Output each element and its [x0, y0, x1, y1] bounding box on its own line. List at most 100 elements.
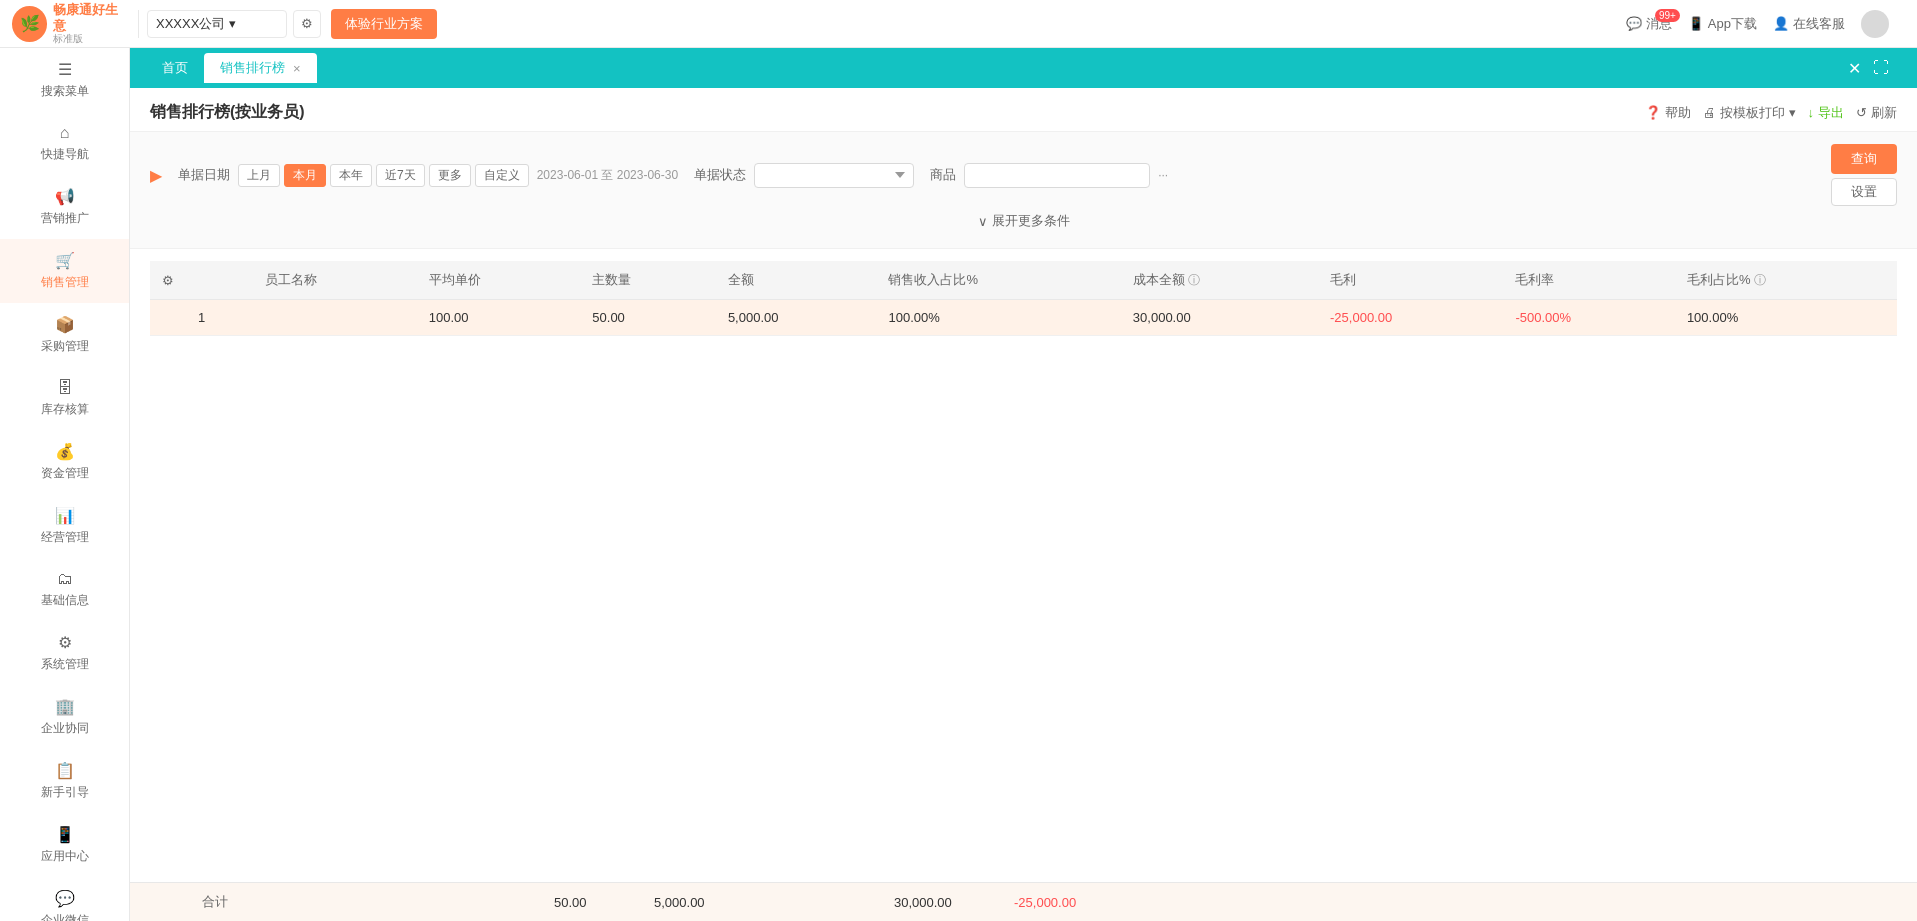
footer-gross: -25,000.00 — [1002, 895, 1122, 910]
date-filter: 单据日期 上月本月本年近7天更多自定义 2023-06-01 至 2023-06… — [178, 164, 678, 187]
company-selector[interactable]: XXXXX公司 ▾ — [147, 10, 287, 38]
sidebar-item-appstore[interactable]: 📱 应用中心 — [0, 813, 129, 877]
tab-sales-rank[interactable]: 销售排行榜 × — [204, 53, 317, 83]
basic-label: 基础信息 — [41, 592, 89, 609]
expand-button[interactable]: ∨ 展开更多条件 — [978, 212, 1070, 230]
tab-bar: 首页 销售排行榜 × ✕ ⛶ — [130, 48, 1917, 88]
sidebar-item-finance[interactable]: 💰 资金管理 — [0, 430, 129, 494]
app-download-button[interactable]: 📱 App下载 — [1688, 15, 1757, 33]
quick-nav-icon: ⌂ — [60, 124, 70, 142]
date-btn-近7天[interactable]: 近7天 — [376, 164, 425, 187]
avatar[interactable] — [1861, 10, 1889, 38]
app-download-label: App下载 — [1708, 15, 1757, 33]
sidebar-item-purchase[interactable]: 📦 采购管理 — [0, 303, 129, 367]
gross-pct-info-icon[interactable]: ⓘ — [1754, 273, 1766, 287]
help-button[interactable]: ❓ 帮助 — [1645, 104, 1691, 122]
col-employee: 员工名称 — [253, 261, 417, 300]
table-row: 1100.0050.005,000.00100.00%30,000.00-25,… — [150, 300, 1897, 336]
date-btn-更多[interactable]: 更多 — [429, 164, 471, 187]
try-industry-button[interactable]: 体验行业方案 — [331, 9, 437, 39]
basic-icon: 🗂 — [57, 570, 73, 588]
tab-close-window-icon[interactable]: ✕ — [1848, 59, 1861, 78]
sidebar-item-guide[interactable]: 📋 新手引导 — [0, 749, 129, 813]
system-label: 系统管理 — [41, 656, 89, 673]
export-button[interactable]: ↓ 导出 — [1808, 104, 1845, 122]
header-actions: ❓ 帮助 🖨 按模板打印 ▾ ↓ 导出 ↺ — [1645, 104, 1898, 122]
query-buttons: 查询 设置 — [1831, 144, 1897, 206]
query-button[interactable]: 查询 — [1831, 144, 1897, 174]
sidebar-item-system[interactable]: ⚙ 系统管理 — [0, 621, 129, 685]
cell-amount: 5,000.00 — [716, 300, 877, 336]
marketing-label: 营销推广 — [41, 210, 89, 227]
cell-settings — [150, 300, 186, 336]
col-settings-icon[interactable]: ⚙ — [150, 261, 186, 300]
top-bar-right: 💬 消息 99+ 📱 App下载 👤 在线客服 — [1626, 10, 1905, 38]
date-btn-上月[interactable]: 上月 — [238, 164, 280, 187]
purchase-label: 采购管理 — [41, 338, 89, 355]
sidebar-item-sales[interactable]: 🛒 销售管理 — [0, 239, 129, 303]
date-btn-本年[interactable]: 本年 — [330, 164, 372, 187]
sidebar-item-wechat[interactable]: 💬 企业微信 — [0, 877, 129, 921]
settings-button[interactable]: 设置 — [1831, 178, 1897, 206]
export-label: 导出 — [1818, 104, 1844, 122]
cost-info-icon[interactable]: ⓘ — [1188, 273, 1200, 287]
sidebar-item-basic[interactable]: 🗂 基础信息 — [0, 558, 129, 621]
col-sales-pct: 销售收入占比% — [876, 261, 1120, 300]
finance-label: 资金管理 — [41, 465, 89, 482]
col-avg-price: 平均单价 — [417, 261, 581, 300]
sales-icon: 🛒 — [55, 251, 75, 270]
finance-icon: 💰 — [55, 442, 75, 461]
wechat-label: 企业微信 — [41, 912, 89, 921]
sidebar-item-operation[interactable]: 📊 经营管理 — [0, 494, 129, 558]
logo-icon: 🌿 — [12, 6, 47, 42]
footer-amount: 5,000.00 — [642, 895, 762, 910]
gear-button[interactable]: ⚙ — [293, 10, 321, 38]
logo-area: 🌿 畅康通好生意 标准版 — [12, 2, 130, 45]
goods-input[interactable] — [964, 163, 1150, 188]
logo-text: 畅康通好生意 标准版 — [53, 2, 130, 45]
sidebar-item-inventory[interactable]: 🗄 库存核算 — [0, 367, 129, 430]
search-order-label: 搜索菜单 — [41, 83, 89, 100]
main-area: ☰ 搜索菜单⌂ 快捷导航📢 营销推广🛒 销售管理📦 采购管理🗄 库存核算💰 资金… — [0, 48, 1917, 921]
purchase-icon: 📦 — [55, 315, 75, 334]
goods-label: 商品 — [930, 166, 956, 184]
sidebar-item-search-order[interactable]: ☰ 搜索菜单 — [0, 48, 129, 112]
wechat-icon: 💬 — [55, 889, 75, 908]
logo-title: 畅康通好生意 — [53, 2, 130, 33]
message-button[interactable]: 💬 消息 99+ — [1626, 15, 1672, 33]
status-select[interactable] — [754, 163, 914, 188]
cell-main-qty: 50.00 — [580, 300, 716, 336]
tab-close-icon[interactable]: × — [293, 61, 301, 76]
phone-icon: 📱 — [1688, 16, 1704, 31]
cell-sales-pct: 100.00% — [876, 300, 1120, 336]
date-btn-自定义[interactable]: 自定义 — [475, 164, 529, 187]
filter-toggle-btn[interactable]: ▶ — [150, 166, 162, 185]
print-dropdown-icon: ▾ — [1789, 105, 1796, 120]
top-bar: 🌿 畅康通好生意 标准版 XXXXX公司 ▾ ⚙ 体验行业方案 💬 消息 99+… — [0, 0, 1917, 48]
chevron-down-icon: ▾ — [229, 16, 236, 31]
top-bar-divider — [138, 10, 139, 38]
goods-more-icon[interactable]: ··· — [1158, 168, 1168, 182]
guide-icon: 📋 — [55, 761, 75, 780]
service-icon: 👤 — [1773, 16, 1789, 31]
col-index — [186, 261, 253, 300]
col-gross-rate: 毛利率 — [1503, 261, 1674, 300]
sidebar-item-enterprise[interactable]: 🏢 企业协同 — [0, 685, 129, 749]
data-table: ⚙ 员工名称 平均单价 主数量 全额 销售收入占比% 成本全额 ⓘ 毛利 毛利率 — [150, 261, 1897, 336]
refresh-button[interactable]: ↺ 刷新 — [1856, 104, 1897, 122]
sidebar: ☰ 搜索菜单⌂ 快捷导航📢 营销推广🛒 销售管理📦 采购管理🗄 库存核算💰 资金… — [0, 48, 130, 921]
online-service-button[interactable]: 👤 在线客服 — [1773, 15, 1845, 33]
footer-qty: 50.00 — [542, 895, 642, 910]
content-spacer — [130, 578, 1917, 883]
guide-label: 新手引导 — [41, 784, 89, 801]
tab-home[interactable]: 首页 — [146, 59, 204, 77]
tab-maximize-icon[interactable]: ⛶ — [1873, 59, 1889, 78]
sidebar-item-quick-nav[interactable]: ⌂ 快捷导航 — [0, 112, 129, 175]
sidebar-item-marketing[interactable]: 📢 营销推广 — [0, 175, 129, 239]
print-button[interactable]: 🖨 按模板打印 ▾ — [1703, 104, 1796, 122]
date-btn-本月[interactable]: 本月 — [284, 164, 326, 187]
table-header-row: ⚙ 员工名称 平均单价 主数量 全额 销售收入占比% 成本全额 ⓘ 毛利 毛利率 — [150, 261, 1897, 300]
filter-area: ▶ 单据日期 上月本月本年近7天更多自定义 2023-06-01 至 2023-… — [130, 132, 1917, 249]
enterprise-icon: 🏢 — [55, 697, 75, 716]
cell-employee — [253, 300, 417, 336]
